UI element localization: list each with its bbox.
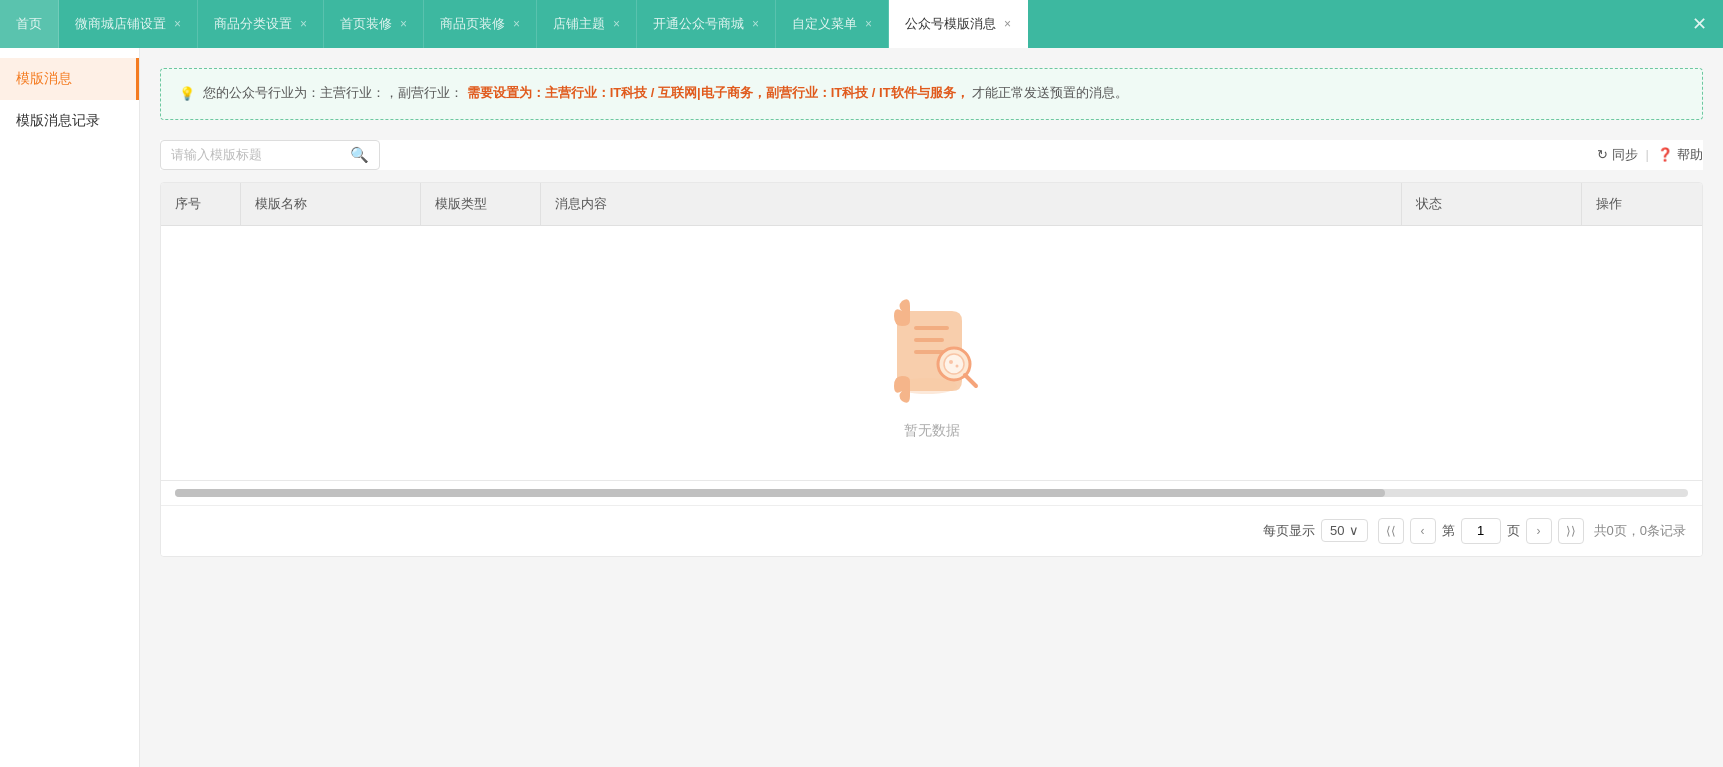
svg-line-6 — [965, 375, 976, 386]
top-nav: 首页 微商城店铺设置 × 商品分类设置 × 首页装修 × 商品页装修 × 店铺主… — [0, 0, 1723, 48]
prev-page-button[interactable]: ‹ — [1410, 518, 1436, 544]
notice-prefix: 您的公众号行业为：主营行业：，副营行业： — [203, 85, 463, 100]
empty-state: 暂无数据 — [161, 226, 1702, 480]
sidebar: 模版消息 模版消息记录 — [0, 48, 140, 767]
page-nav: ⟨⟨ ‹ 第 页 › ⟩⟩ — [1378, 518, 1584, 544]
nav-tab-template-message[interactable]: 公众号模版消息 × — [889, 0, 1028, 48]
search-box: 🔍 — [160, 140, 380, 170]
close-product-decor-icon[interactable]: × — [513, 17, 520, 31]
notice-bar: 💡 您的公众号行业为：主营行业：，副营行业： 需要设置为：主营行业：IT科技 /… — [160, 68, 1703, 120]
svg-rect-2 — [914, 338, 944, 342]
close-category-icon[interactable]: × — [300, 17, 307, 31]
notice-highlight: 需要设置为：主营行业：IT科技 / 互联网|电子商务，副营行业：IT科技 / I… — [467, 85, 969, 100]
bulb-icon: 💡 — [179, 84, 195, 105]
svg-point-7 — [949, 360, 953, 364]
nav-tab-home-decor[interactable]: 首页装修 × — [324, 0, 424, 48]
search-input[interactable] — [171, 147, 350, 162]
help-circle-icon: ❓ — [1657, 147, 1673, 162]
total-info: 共0页，0条记录 — [1594, 522, 1686, 540]
col-header-type: 模版类型 — [421, 183, 541, 225]
page-number-input[interactable] — [1461, 518, 1501, 544]
last-page-button[interactable]: ⟩⟩ — [1558, 518, 1584, 544]
sidebar-item-template-message-log[interactable]: 模版消息记录 — [0, 100, 139, 142]
content-area: 💡 您的公众号行业为：主营行业：，副营行业： 需要设置为：主营行业：IT科技 /… — [140, 48, 1723, 767]
close-template-message-icon[interactable]: × — [1004, 17, 1011, 31]
scroll-bar-container — [175, 489, 1688, 497]
table-header: 序号 模版名称 模版类型 消息内容 状态 操作 — [161, 183, 1702, 226]
page-word: 第 — [1442, 522, 1455, 540]
close-shop-settings-icon[interactable]: × — [174, 17, 181, 31]
svg-point-8 — [955, 364, 958, 367]
notice-suffix: 才能正常发送预置的消息。 — [972, 85, 1128, 100]
nav-tab-home[interactable]: 首页 — [0, 0, 59, 48]
sync-icon: ↻ — [1597, 147, 1608, 162]
sidebar-item-template-message[interactable]: 模版消息 — [0, 58, 139, 100]
chevron-down-icon: ∨ — [1349, 523, 1359, 538]
nav-tab-open-wechat-shop-label: 开通公众号商城 — [653, 15, 744, 33]
empty-illustration — [872, 286, 992, 406]
nav-tab-template-message-label: 公众号模版消息 — [905, 15, 996, 33]
close-custom-menu-icon[interactable]: × — [865, 17, 872, 31]
nav-tab-home-label: 首页 — [16, 15, 42, 33]
horizontal-scrollbar[interactable] — [161, 480, 1702, 505]
sync-label: 同步 — [1612, 146, 1638, 164]
nav-tab-category[interactable]: 商品分类设置 × — [198, 0, 324, 48]
col-header-status: 状态 — [1402, 183, 1582, 225]
empty-text: 暂无数据 — [904, 422, 960, 440]
toolbar: 🔍 ↻ 同步 | ❓ 帮助 — [160, 140, 1703, 170]
close-store-theme-icon[interactable]: × — [613, 17, 620, 31]
col-header-content: 消息内容 — [541, 183, 1402, 225]
nav-tab-home-decor-label: 首页装修 — [340, 15, 392, 33]
col-header-actions: 操作 — [1582, 183, 1702, 225]
scroll-bar-thumb[interactable] — [175, 489, 1385, 497]
page-size-label: 每页显示 — [1263, 522, 1315, 540]
svg-rect-1 — [914, 326, 949, 330]
nav-tab-category-label: 商品分类设置 — [214, 15, 292, 33]
close-open-wechat-shop-icon[interactable]: × — [752, 17, 759, 31]
col-header-index: 序号 — [161, 183, 241, 225]
help-button[interactable]: ❓ 帮助 — [1657, 146, 1703, 164]
help-label: 帮助 — [1677, 146, 1703, 164]
col-header-name: 模版名称 — [241, 183, 421, 225]
nav-tab-custom-menu-label: 自定义菜单 — [792, 15, 857, 33]
nav-tab-shop-settings-label: 微商城店铺设置 — [75, 15, 166, 33]
page-label: 页 — [1507, 522, 1520, 540]
next-page-button[interactable]: › — [1526, 518, 1552, 544]
svg-point-5 — [944, 354, 964, 374]
nav-tab-open-wechat-shop[interactable]: 开通公众号商城 × — [637, 0, 776, 48]
nav-tab-custom-menu[interactable]: 自定义菜单 × — [776, 0, 889, 48]
page-size-dropdown[interactable]: 50 ∨ — [1321, 519, 1367, 542]
page-size-value: 50 — [1330, 523, 1344, 538]
sync-button[interactable]: ↻ 同步 — [1597, 146, 1638, 164]
nav-tab-product-decor[interactable]: 商品页装修 × — [424, 0, 537, 48]
nav-tab-store-theme-label: 店铺主题 — [553, 15, 605, 33]
data-table: 序号 模版名称 模版类型 消息内容 状态 操作 — [160, 182, 1703, 557]
search-icon[interactable]: 🔍 — [350, 146, 369, 164]
close-all-button[interactable]: ✕ — [1676, 13, 1723, 35]
toolbar-right: ↻ 同步 | ❓ 帮助 — [1597, 146, 1703, 164]
page-size-select: 每页显示 50 ∨ — [1263, 519, 1367, 542]
nav-tab-store-theme[interactable]: 店铺主题 × — [537, 0, 637, 48]
close-home-decor-icon[interactable]: × — [400, 17, 407, 31]
sidebar-item-template-message-label: 模版消息 — [16, 70, 72, 86]
toolbar-divider: | — [1646, 147, 1649, 162]
first-page-button[interactable]: ⟨⟨ — [1378, 518, 1404, 544]
sidebar-item-template-message-log-label: 模版消息记录 — [16, 112, 100, 128]
nav-tab-shop-settings[interactable]: 微商城店铺设置 × — [59, 0, 198, 48]
main-layout: 模版消息 模版消息记录 💡 您的公众号行业为：主营行业：，副营行业： 需要设置为… — [0, 48, 1723, 767]
pagination: 每页显示 50 ∨ ⟨⟨ ‹ 第 页 › ⟩⟩ 共0页，0条记录 — [161, 505, 1702, 556]
notice-text: 您的公众号行业为：主营行业：，副营行业： 需要设置为：主营行业：IT科技 / 互… — [203, 83, 1128, 104]
nav-tab-product-decor-label: 商品页装修 — [440, 15, 505, 33]
